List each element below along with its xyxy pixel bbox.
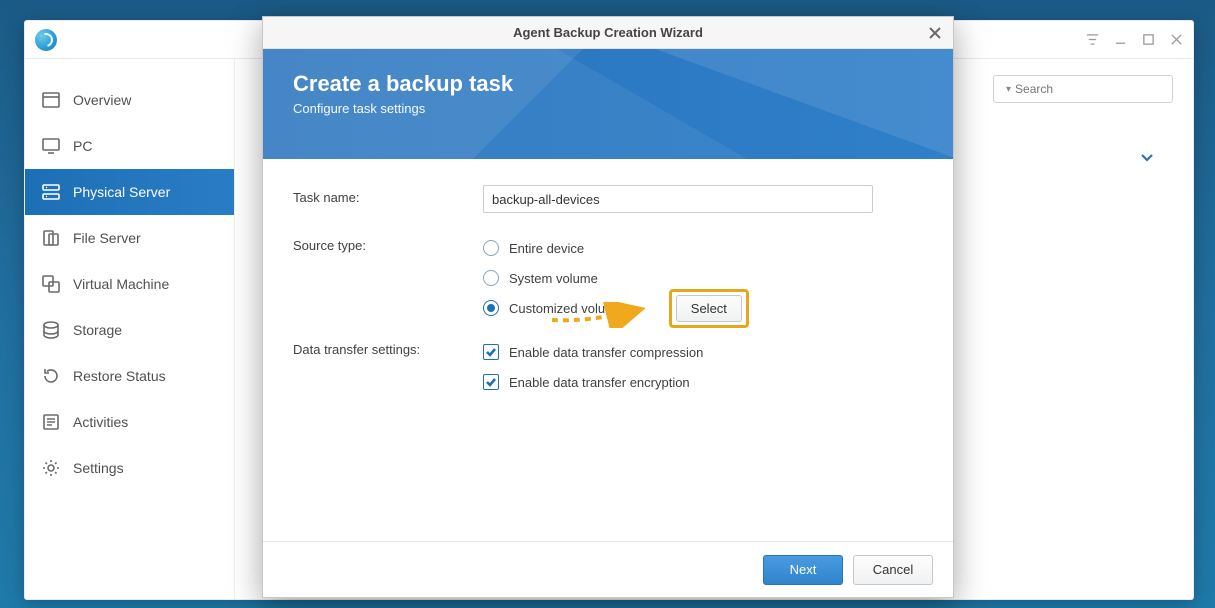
checkbox-compression[interactable]: Enable data transfer compression xyxy=(483,337,923,367)
label-data-transfer: Data transfer settings: xyxy=(293,337,483,357)
next-button[interactable]: Next xyxy=(763,555,843,585)
radio-label: Entire device xyxy=(509,241,584,256)
cancel-button[interactable]: Cancel xyxy=(853,555,933,585)
dialog-footer: Next Cancel xyxy=(263,541,953,597)
radio-entire-device[interactable]: Entire device xyxy=(483,233,923,263)
checkbox-icon xyxy=(483,344,499,360)
backup-wizard-dialog: Agent Backup Creation Wizard Create a ba… xyxy=(262,16,954,598)
select-button[interactable]: Select xyxy=(676,295,742,322)
radio-label: Customized volume: xyxy=(509,301,627,316)
task-name-input[interactable] xyxy=(483,185,873,213)
radio-icon xyxy=(483,300,499,316)
radio-customized-volume[interactable]: Customized volume: Select xyxy=(483,293,923,323)
annotation-highlight: Select xyxy=(669,289,749,328)
modal-overlay: Agent Backup Creation Wizard Create a ba… xyxy=(0,0,1215,608)
dialog-subheading: Configure task settings xyxy=(293,101,923,116)
label-source-type: Source type: xyxy=(293,233,483,253)
radio-icon xyxy=(483,240,499,256)
label-task-name: Task name: xyxy=(293,185,483,205)
dialog-heading: Create a backup task xyxy=(293,71,923,97)
checkbox-encryption[interactable]: Enable data transfer encryption xyxy=(483,367,923,397)
checkbox-label: Enable data transfer compression xyxy=(509,345,703,360)
dialog-header: Create a backup task Configure task sett… xyxy=(263,49,953,159)
checkbox-icon xyxy=(483,374,499,390)
radio-icon xyxy=(483,270,499,286)
dialog-titlebar: Agent Backup Creation Wizard xyxy=(263,17,953,49)
dialog-title: Agent Backup Creation Wizard xyxy=(513,25,703,40)
close-icon[interactable] xyxy=(925,23,945,43)
checkbox-label: Enable data transfer encryption xyxy=(509,375,690,390)
dialog-body: Task name: Source type: Entire device Sy… xyxy=(263,159,953,541)
radio-label: System volume xyxy=(509,271,598,286)
